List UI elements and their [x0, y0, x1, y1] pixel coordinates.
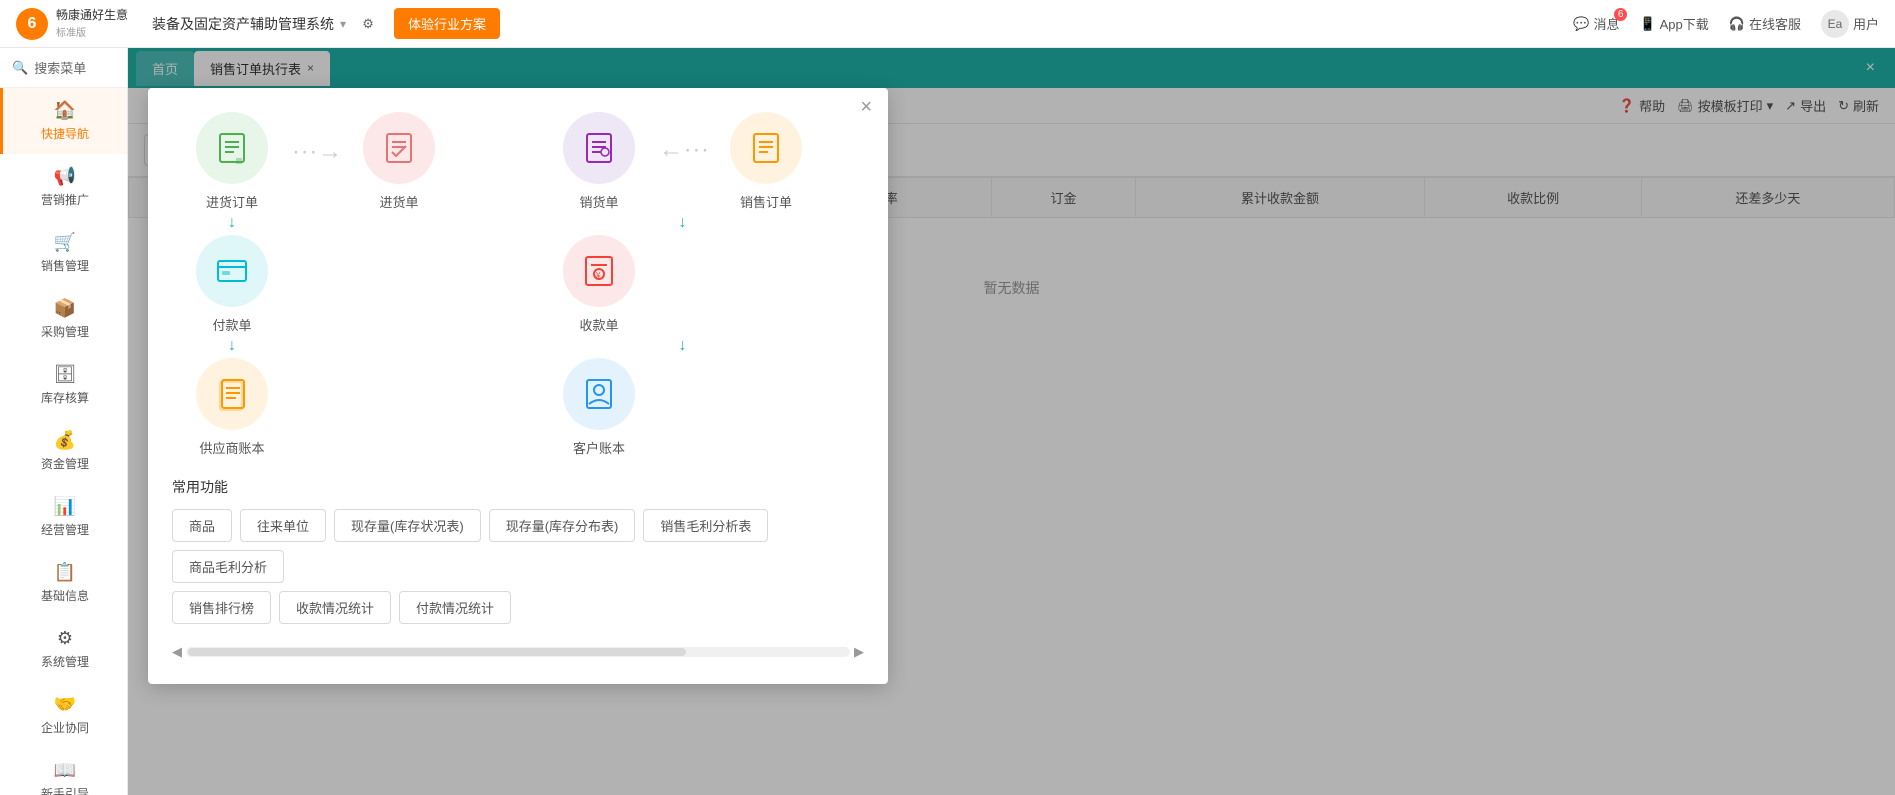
sidebar-item-system[interactable]: ⚙ 系统管理: [0, 616, 127, 682]
scrollbar-thumb: [188, 648, 686, 656]
mid-right-col: 销货单 ← · · · 销售订单: [539, 112, 826, 457]
download-icon: 📱: [1639, 16, 1655, 32]
left-flow-col: 进货订单 ↓ 付款单 ↓: [172, 112, 292, 457]
settings-icon[interactable]: ⚙: [354, 10, 382, 38]
flow-sales-order[interactable]: 销售订单: [706, 112, 826, 211]
func-buttons-row-2: 销售排行榜 收款情况统计 付款情况统计: [172, 591, 864, 624]
purchase-bill-circle: [363, 112, 435, 184]
system-icon: ⚙: [57, 628, 73, 649]
overlay[interactable]: × 进货订单 ↓: [128, 48, 1895, 795]
common-functions: 常用功能 商品 往来单位 现存量(库存状况表) 现存量(库存分布表) 销售毛利分…: [172, 477, 864, 624]
sidebar-item-sales[interactable]: 🛒 销售管理: [0, 220, 127, 286]
flow-sales-bill[interactable]: 销货单: [539, 112, 659, 211]
func-buttons-row-1: 商品 往来单位 现存量(库存状况表) 现存量(库存分布表) 销售毛利分析表 商品…: [172, 509, 864, 583]
sidebar-item-quick-nav[interactable]: 🏠 快捷导航: [0, 88, 127, 154]
arrow-v-3: ↓: [678, 215, 686, 231]
message-badge: 6: [1614, 8, 1628, 21]
home-icon: 🏠: [54, 100, 76, 121]
func-btn-receipt-stats[interactable]: 收款情况统计: [279, 591, 391, 624]
func-btn-counterpart[interactable]: 往来单位: [240, 509, 326, 542]
message-icon: 💬: [1573, 16, 1589, 32]
sidebar-item-basic-info[interactable]: 📋 基础信息: [0, 550, 127, 616]
sidebar-item-purchase[interactable]: 📦 采购管理: [0, 286, 127, 352]
search-icon: 🔍: [12, 60, 28, 76]
sales-icon: 🛒: [54, 232, 76, 253]
marketing-icon: 📢: [54, 166, 76, 187]
flow-diagram: 进货订单 ↓ 付款单 ↓: [172, 112, 864, 457]
app-download-button[interactable]: 📱 App下载: [1639, 14, 1708, 33]
service-icon: 🎧: [1729, 16, 1745, 32]
user-menu[interactable]: Ea 用户: [1821, 10, 1879, 38]
logo-icon: 6: [16, 8, 48, 40]
func-btn-payment-stats[interactable]: 付款情况统计: [399, 591, 511, 624]
purchase-order-circle: [196, 112, 268, 184]
supplier-ledger-circle: [196, 358, 268, 430]
purchase-icon: 📦: [54, 298, 76, 319]
func-btn-product-gross[interactable]: 商品毛利分析: [172, 550, 284, 583]
func-btn-stock-dist[interactable]: 现存量(库存分布表): [489, 509, 636, 542]
arrow-h-sales: ← · · ·: [659, 138, 706, 186]
sidebar-item-enterprise[interactable]: 🤝 企业协同: [0, 682, 127, 748]
arrow-h-purchase: · · · →: [292, 112, 339, 164]
sidebar-item-finance[interactable]: 💰 资金管理: [0, 418, 127, 484]
trial-button[interactable]: 体验行业方案: [394, 8, 500, 39]
message-button[interactable]: 💬 消息 6: [1573, 14, 1619, 33]
func-btn-sales-rank[interactable]: 销售排行榜: [172, 591, 271, 624]
inventory-icon: 🗄: [54, 364, 77, 385]
arrow-v-4: ↓: [678, 338, 686, 354]
logo-text-area: 畅康通好生意 标准版: [56, 8, 128, 39]
mid-left-col: 进货单: [339, 112, 459, 211]
sales-order-circle: [730, 112, 802, 184]
logo-text: 畅康通好生意: [56, 8, 128, 24]
payment-circle: [196, 235, 268, 307]
func-btn-stock-status[interactable]: 现存量(库存状况表): [334, 509, 481, 542]
receipt-row: ¥ 收款单: [539, 235, 826, 334]
customer-ledger-circle: [563, 358, 635, 430]
sidebar: 🔍 搜索菜单 🏠 快捷导航 📢 营销推广 🛒 销售管理 📦 采购管理 🗄: [0, 48, 128, 795]
flow-receipt[interactable]: ¥ 收款单: [539, 235, 659, 334]
scroll-left-icon[interactable]: ◀: [172, 644, 182, 660]
arrow-v-2: ↓: [228, 338, 236, 354]
top-bar: 6 畅康通好生意 标准版 装备及固定资产辅助管理系统 ▾ ⚙ 体验行业方案 💬 …: [0, 0, 1895, 48]
common-functions-title: 常用功能: [172, 477, 864, 497]
main-area: 🔍 搜索菜单 🏠 快捷导航 📢 营销推广 🛒 销售管理 📦 采购管理 🗄: [0, 48, 1895, 795]
content-area: 首页 销售订单执行表 × × ❓ 帮助 🖨 按模板打印 ▾: [128, 48, 1895, 795]
sidebar-item-inventory[interactable]: 🗄 库存核算: [0, 352, 127, 418]
sidebar-item-marketing[interactable]: 📢 营销推广: [0, 154, 127, 220]
newbie-icon: 📖: [54, 760, 76, 781]
flow-payment[interactable]: 付款单: [172, 235, 292, 334]
sidebar-item-operations[interactable]: 📊 经营管理: [0, 484, 127, 550]
func-btn-sales-gross[interactable]: 销售毛利分析表: [643, 509, 768, 542]
top-right-actions: 💬 消息 6 📱 App下载 🎧 在线客服 Ea 用户: [1573, 10, 1879, 38]
receipt-circle: ¥: [563, 235, 635, 307]
flow-purchase-order[interactable]: 进货订单: [172, 112, 292, 211]
scroll-right-icon[interactable]: ▶: [854, 644, 864, 660]
logo-area: 6 畅康通好生意 标准版: [16, 8, 136, 40]
logo-sub: 标准版: [56, 24, 128, 39]
basic-info-icon: 📋: [54, 562, 76, 583]
avatar: Ea: [1821, 10, 1849, 38]
popup: × 进货订单 ↓: [148, 88, 888, 684]
scrollbar-track[interactable]: [186, 647, 850, 657]
app-container: 6 畅康通好生意 标准版 装备及固定资产辅助管理系统 ▾ ⚙ 体验行业方案 💬 …: [0, 0, 1895, 795]
flow-customer-ledger[interactable]: 客户账本: [539, 358, 659, 457]
arrow-v-1: ↓: [228, 215, 236, 231]
online-service-button[interactable]: 🎧 在线客服: [1729, 14, 1801, 33]
func-btn-product[interactable]: 商品: [172, 509, 232, 542]
svg-text:¥: ¥: [595, 271, 601, 280]
sidebar-item-newbie[interactable]: 📖 新手引导: [0, 748, 127, 795]
flow-purchase-bill[interactable]: 进货单: [339, 112, 459, 211]
chevron-down-icon[interactable]: ▾: [340, 17, 346, 31]
popup-scrollbar: ◀ ▶: [172, 644, 864, 660]
enterprise-icon: 🤝: [54, 694, 76, 715]
sidebar-search[interactable]: 🔍 搜索菜单: [0, 48, 127, 88]
sales-bill-circle: [563, 112, 635, 184]
popup-close-icon[interactable]: ×: [860, 96, 872, 119]
system-name: 装备及固定资产辅助管理系统 ▾: [152, 14, 346, 34]
flow-row-sales: 销货单 ← · · · 销售订单: [539, 112, 826, 211]
finance-icon: 💰: [54, 430, 76, 451]
customer-ledger-row: 客户账本: [539, 358, 826, 457]
operations-icon: 📊: [54, 496, 76, 517]
flow-supplier-ledger[interactable]: 供应商账本: [172, 358, 292, 457]
